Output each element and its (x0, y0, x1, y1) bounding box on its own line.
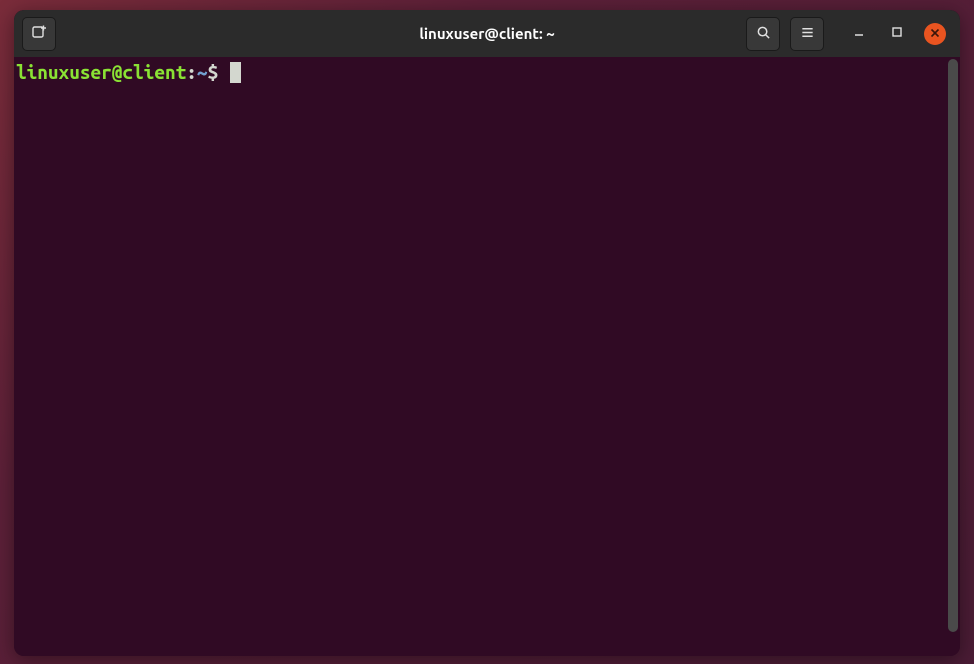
prompt-user-host: linuxuser@client (16, 61, 186, 83)
terminal-window: linuxuser@client: ~ (14, 10, 960, 656)
close-icon (930, 26, 940, 41)
prompt-line: linuxuser@client:~$ (16, 61, 946, 83)
new-tab-icon (31, 24, 47, 43)
scrollbar[interactable] (948, 59, 958, 632)
terminal-content: linuxuser@client:~$ (16, 61, 946, 654)
titlebar-left (22, 17, 56, 51)
search-icon (756, 25, 771, 43)
maximize-icon (891, 26, 903, 41)
menu-button[interactable] (790, 17, 824, 51)
titlebar: linuxuser@client: ~ (14, 10, 960, 57)
window-controls (842, 23, 952, 45)
new-tab-button[interactable] (22, 17, 56, 51)
terminal-body[interactable]: linuxuser@client:~$ (14, 57, 960, 656)
minimize-icon (853, 26, 865, 41)
maximize-button[interactable] (886, 23, 908, 45)
terminal-cursor (230, 62, 241, 83)
titlebar-right (746, 17, 952, 51)
search-button[interactable] (746, 17, 780, 51)
prompt-path: ~ (197, 61, 208, 83)
close-button[interactable] (924, 23, 946, 45)
prompt-separator: : (186, 61, 197, 83)
minimize-button[interactable] (848, 23, 870, 45)
prompt-symbol: $ (208, 61, 219, 83)
titlebar-action-group (746, 17, 824, 51)
hamburger-icon (800, 25, 815, 43)
